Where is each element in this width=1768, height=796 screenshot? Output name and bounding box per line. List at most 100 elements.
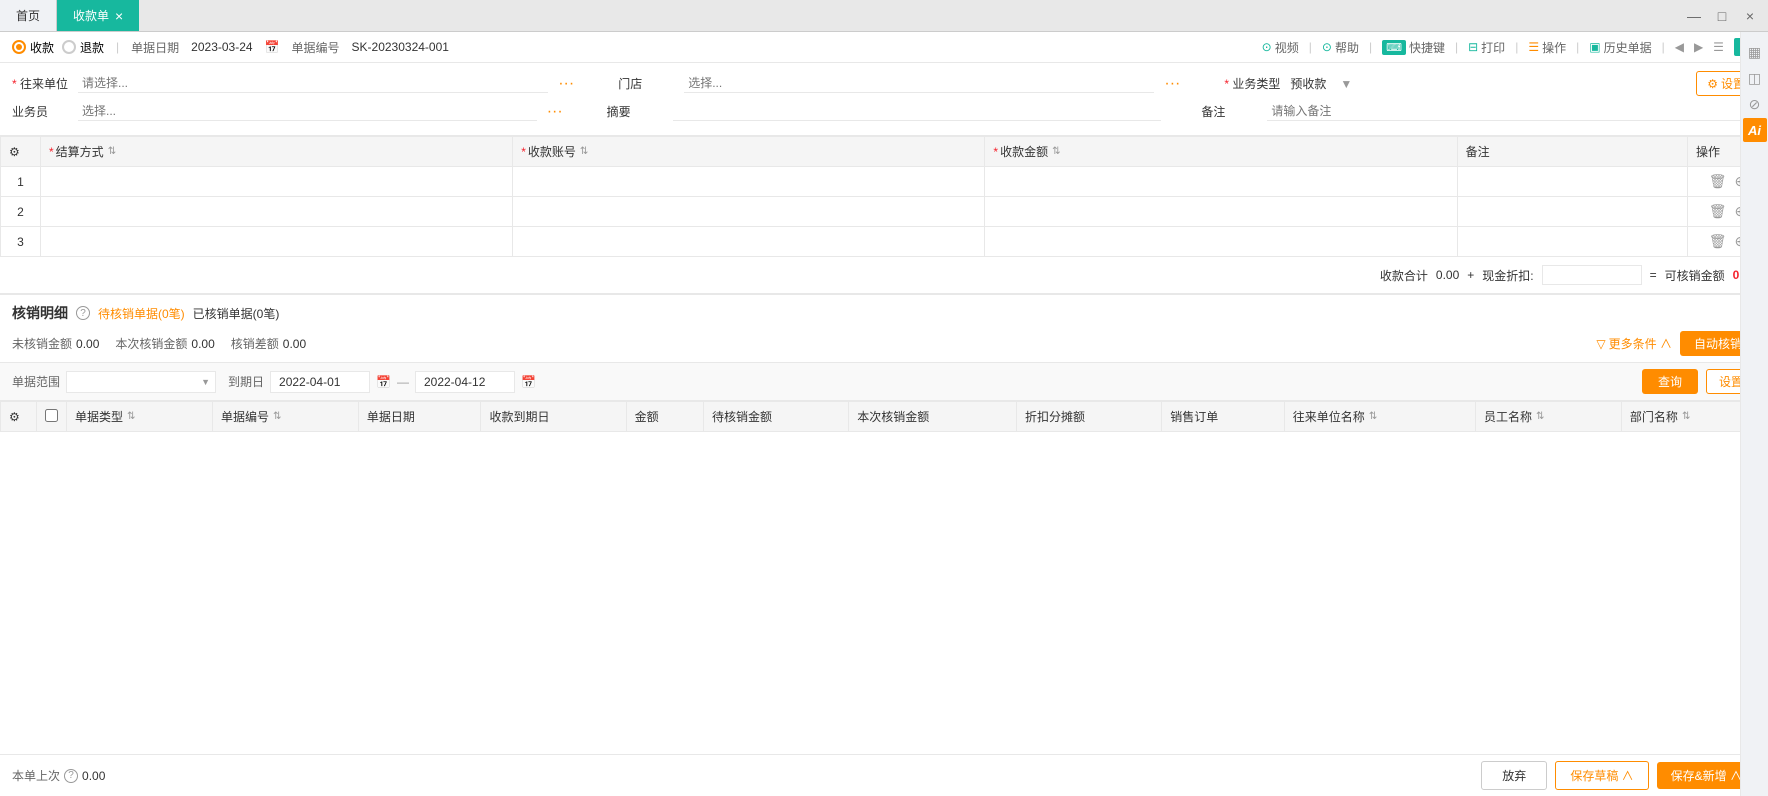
calendar-icon[interactable]: 📅: [265, 40, 280, 54]
video-icon: ⊙: [1262, 40, 1272, 54]
verification-title: 核销明细: [12, 303, 68, 323]
tab-receipt[interactable]: 收款单 ×: [57, 0, 139, 31]
account-3[interactable]: [513, 227, 985, 257]
shortcut-icon: ⌨: [1382, 40, 1406, 55]
store-more-icon[interactable]: ···: [1160, 76, 1184, 92]
delete-icon-2[interactable]: 🗑: [1709, 203, 1727, 220]
done-badge[interactable]: 已核销单据(0笔): [193, 305, 280, 322]
operate-btn[interactable]: ☰ 操作: [1528, 39, 1566, 56]
footer-info-icon[interactable]: ?: [64, 769, 78, 783]
query-button[interactable]: 查询: [1642, 369, 1698, 394]
right-sidebar: ▦ ◫ ⊘ Ai: [1740, 32, 1768, 796]
counterpart-more-icon[interactable]: ···: [554, 76, 578, 92]
print-btn[interactable]: ⊟ 打印: [1468, 39, 1505, 56]
list-icon[interactable]: ☰: [1713, 40, 1724, 54]
account-2[interactable]: [513, 197, 985, 227]
settlement-1[interactable]: [41, 167, 513, 197]
btable-gear-header[interactable]: ⚙: [1, 402, 37, 432]
select-all-checkbox[interactable]: [45, 409, 58, 422]
remark-header: 备注: [1457, 137, 1687, 167]
btable-checkbox-header[interactable]: [37, 402, 67, 432]
diff-stat: 核销差额 0.00: [231, 335, 306, 352]
account-1[interactable]: [513, 167, 985, 197]
row-num-3: 3: [1, 227, 41, 257]
date-value[interactable]: 2023-03-24: [191, 40, 252, 54]
video-btn[interactable]: ⊙ 视频: [1262, 39, 1299, 56]
toolbar: 收款 退款 | 单据日期 2023-03-24 📅 单据编号 SK-202303…: [0, 32, 1768, 63]
amount-2[interactable]: [985, 197, 1457, 227]
counterpart-input[interactable]: [78, 74, 548, 93]
remark-3[interactable]: [1457, 227, 1687, 257]
amount-3[interactable]: [985, 227, 1457, 257]
table-header-row: ⚙ *结算方式⇅ *收款账号⇅ *收款金额⇅ 备注 操作: [1, 137, 1768, 167]
maximize-icon[interactable]: □: [1712, 6, 1732, 26]
radio-refund[interactable]: 退款: [62, 39, 104, 56]
date-range-separator: —: [397, 375, 409, 389]
table-gear-header[interactable]: ⚙: [1, 137, 41, 167]
radio-refund-label: 退款: [80, 39, 104, 56]
btable-gear-icon: ⚙: [9, 410, 20, 424]
shortcut-btn[interactable]: ⌨ 快捷键: [1382, 39, 1445, 56]
account-header: *收款账号⇅: [513, 137, 985, 167]
discount-input[interactable]: [1542, 265, 1642, 285]
sidebar-ai-icon[interactable]: Ai: [1743, 118, 1767, 142]
store-input[interactable]: [684, 74, 1154, 93]
remark-1[interactable]: [1457, 167, 1687, 197]
filter-right: 查询 设置: [1642, 369, 1756, 394]
due-date-field: 到期日 📅 — 📅: [228, 371, 536, 393]
number-label: 单据编号: [292, 39, 340, 56]
help-btn[interactable]: ⊙ 帮助: [1322, 39, 1359, 56]
minimize-icon[interactable]: —: [1684, 6, 1704, 26]
due-date-from-input[interactable]: [270, 371, 370, 393]
delete-icon-1[interactable]: 🗑: [1709, 173, 1727, 190]
pending-badge[interactable]: 待核销单据(0笔): [98, 305, 185, 322]
total-label: 收款合计: [1380, 267, 1428, 284]
remark-field: 备注: [1201, 102, 1756, 121]
salesperson-input[interactable]: [78, 102, 537, 121]
amount-1[interactable]: [985, 167, 1457, 197]
radio-receive[interactable]: 收款: [12, 39, 54, 56]
sidebar-inbox-icon[interactable]: ◫: [1743, 66, 1767, 90]
next-icon[interactable]: ▶: [1694, 40, 1703, 54]
range-select[interactable]: [66, 371, 216, 393]
summary-input[interactable]: [673, 102, 1162, 121]
due-date-from-calendar-icon[interactable]: 📅: [376, 375, 391, 389]
history-btn[interactable]: ▣ 历史单据: [1589, 39, 1651, 56]
due-date-label: 到期日: [228, 373, 264, 390]
prev-icon[interactable]: ◀: [1675, 40, 1684, 54]
verification-info-icon[interactable]: ?: [76, 306, 90, 320]
settlement-2[interactable]: [41, 197, 513, 227]
close-icon[interactable]: ×: [1740, 6, 1760, 26]
verification-table: ⚙ 单据类型⇅ 单据编号⇅ 单据日期 收款到期日: [0, 401, 1768, 432]
discount-header: 折扣分摊额: [1017, 402, 1162, 432]
radio-refund-dot: [62, 40, 76, 54]
footer-info-label: 本单上次: [12, 767, 60, 784]
diff-value: 0.00: [283, 337, 306, 351]
print-label: 打印: [1481, 39, 1505, 56]
more-conditions-btn[interactable]: ▽ 更多条件 ∧: [1596, 335, 1672, 352]
due-date-to-input[interactable]: [415, 371, 515, 393]
salesperson-label: 业务员: [12, 103, 72, 120]
sidebar-table-icon[interactable]: ▦: [1743, 40, 1767, 64]
save-draft-button[interactable]: 保存草稿 ∧: [1555, 761, 1648, 790]
business-type-dropdown-icon[interactable]: ▼: [1340, 77, 1352, 91]
tab-close-icon[interactable]: ×: [115, 8, 123, 24]
operate-icon: ☰: [1528, 40, 1539, 54]
amount-header: *收款金额⇅: [985, 137, 1457, 167]
due-date-to-calendar-icon[interactable]: 📅: [521, 375, 536, 389]
abandon-button[interactable]: 放弃: [1481, 761, 1547, 790]
remark-input[interactable]: [1267, 102, 1756, 121]
delete-icon-3[interactable]: 🗑: [1709, 233, 1727, 250]
date-label: 单据日期: [131, 39, 179, 56]
history-label: 历史单据: [1604, 39, 1652, 56]
settlement-3[interactable]: [41, 227, 513, 257]
salesperson-more-icon[interactable]: ···: [543, 104, 567, 120]
tab-home[interactable]: 首页: [0, 0, 57, 31]
business-type-label: * 业务类型: [1224, 75, 1284, 92]
table-section: ⚙ *结算方式⇅ *收款账号⇅ *收款金额⇅ 备注 操作: [0, 136, 1768, 257]
sidebar-attachment-icon[interactable]: ⊘: [1743, 92, 1767, 116]
remark-2[interactable]: [1457, 197, 1687, 227]
summary-field: 摘要: [607, 102, 1162, 121]
table-gear-icon: ⚙: [9, 145, 20, 159]
save-draft-label: 保存草稿 ∧: [1570, 767, 1633, 784]
